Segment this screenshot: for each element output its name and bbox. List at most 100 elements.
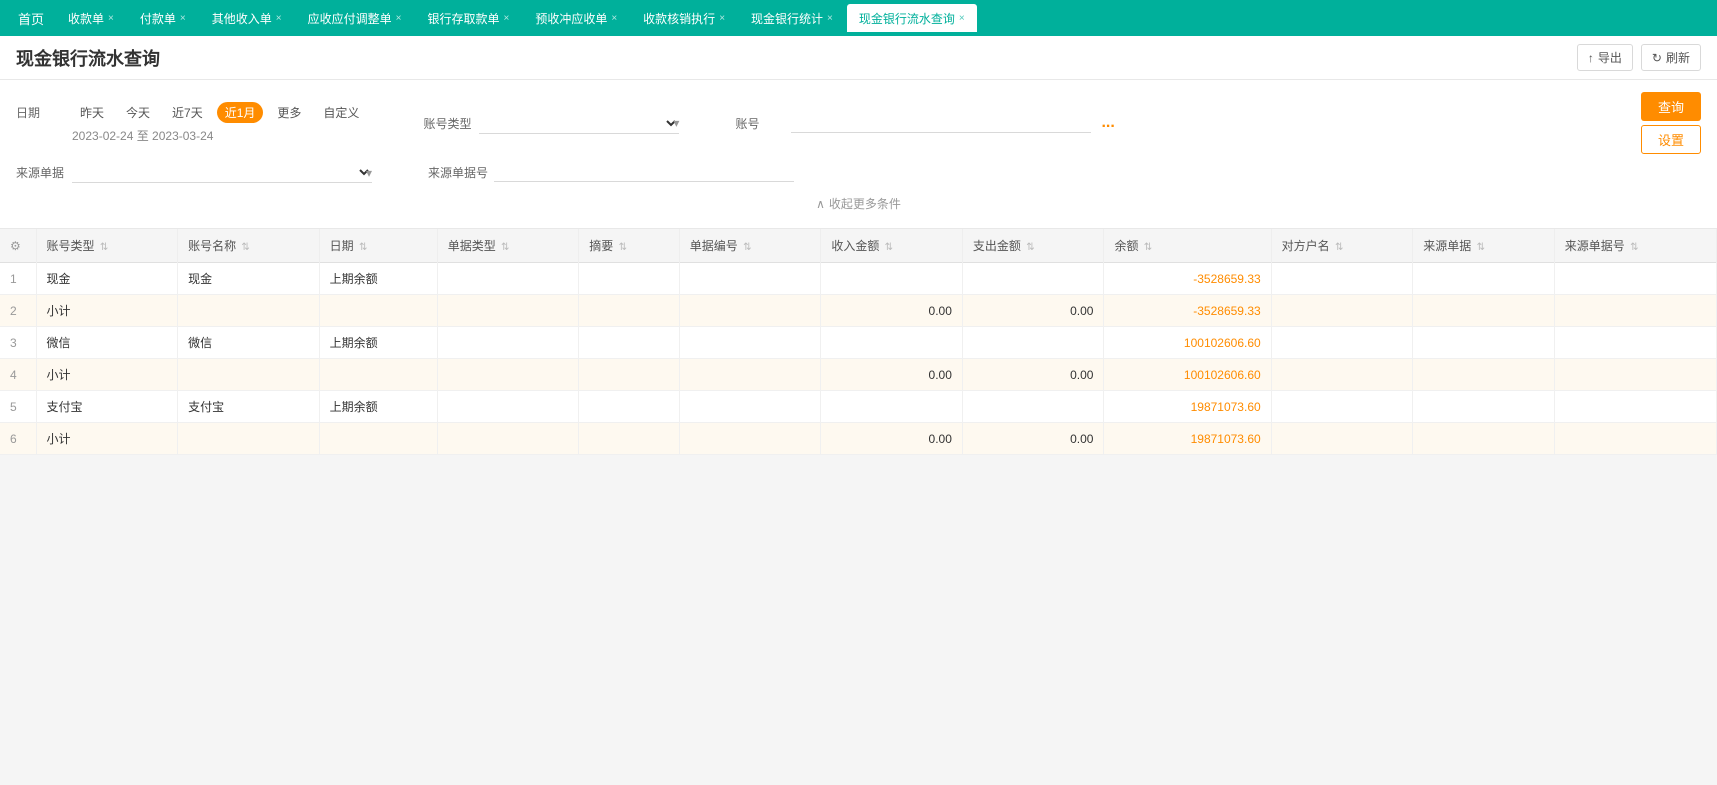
date-opt-yesterday[interactable]: 昨天 xyxy=(72,102,112,123)
date-opt-7days[interactable]: 近7天 xyxy=(164,102,211,123)
th-doc-no-label: 单据编号 xyxy=(690,239,738,253)
th-summary-label: 摘要 xyxy=(589,239,613,253)
cell-account-name xyxy=(178,295,320,327)
th-income[interactable]: 收入金额 ⇅ xyxy=(821,229,963,263)
sort-summary-icon: ⇅ xyxy=(619,242,627,253)
sort-account-type-icon: ⇅ xyxy=(100,242,108,253)
cell-doc-no xyxy=(679,391,821,423)
cell-summary xyxy=(579,423,680,455)
sort-income-icon: ⇅ xyxy=(885,242,893,253)
date-opt-custom[interactable]: 自定义 xyxy=(315,102,367,123)
th-summary[interactable]: 摘要 ⇅ xyxy=(579,229,680,263)
th-counterparty[interactable]: 对方户名 ⇅ xyxy=(1271,229,1413,263)
cell-income: 0.00 xyxy=(821,295,963,327)
nav-tab-label-6: 收款核销执行 xyxy=(643,10,715,27)
th-date[interactable]: 日期 ⇅ xyxy=(319,229,437,263)
row-num: 2 xyxy=(0,295,36,327)
th-expense-label: 支出金额 xyxy=(973,239,1021,253)
cell-doc-type xyxy=(437,263,579,295)
date-options: 昨天 今天 近7天 近1月 更多 自定义 xyxy=(72,102,367,123)
settings-button[interactable]: 设置 xyxy=(1641,125,1701,154)
th-balance-label: 余额 xyxy=(1114,239,1138,253)
refresh-button[interactable]: ↻ 刷新 xyxy=(1641,44,1701,71)
row-num: 1 xyxy=(0,263,36,295)
nav-tab-1[interactable]: 付款单 × xyxy=(128,4,198,32)
sort-expense-icon: ⇅ xyxy=(1026,242,1034,253)
nav-close-8[interactable]: × xyxy=(959,13,965,24)
cell-doc-no xyxy=(679,423,821,455)
nav-tab-2[interactable]: 其他收入单 × xyxy=(200,4,294,32)
table-row: 3 微信 微信 上期余额 100102606.60 xyxy=(0,327,1717,359)
cell-income xyxy=(821,391,963,423)
nav-tab-8[interactable]: 现金银行流水查询 × xyxy=(847,4,977,32)
nav-close-5[interactable]: × xyxy=(611,13,617,24)
nav-close-4[interactable]: × xyxy=(503,13,509,24)
nav-close-2[interactable]: × xyxy=(276,13,282,24)
cell-date: 上期余额 xyxy=(319,327,437,359)
cell-counterparty xyxy=(1271,263,1413,295)
cell-balance: 100102606.60 xyxy=(1104,327,1271,359)
th-account-type[interactable]: 账号类型 ⇅ xyxy=(36,229,178,263)
nav-tab-0[interactable]: 收款单 × xyxy=(56,4,126,32)
cell-balance: 19871073.60 xyxy=(1104,423,1271,455)
cell-balance: -3528659.33 xyxy=(1104,295,1271,327)
th-doc-no[interactable]: 单据编号 ⇅ xyxy=(679,229,821,263)
nav-close-6[interactable]: × xyxy=(719,13,725,24)
cell-doc-no xyxy=(679,359,821,391)
sort-date-icon: ⇅ xyxy=(359,242,367,253)
cell-doc-type xyxy=(437,359,579,391)
table-wrapper: ⚙ 账号类型 ⇅ 账号名称 ⇅ 日期 ⇅ 单据类型 ⇅ xyxy=(0,229,1717,455)
source-doc-select[interactable] xyxy=(72,162,372,183)
sort-source-doc-no-icon: ⇅ xyxy=(1630,242,1638,253)
cell-source-doc-no xyxy=(1554,423,1716,455)
account-input[interactable] xyxy=(791,114,1091,133)
th-date-label: 日期 xyxy=(330,239,354,253)
sort-doc-type-icon: ⇅ xyxy=(501,242,509,253)
collapse-label: 收起更多条件 xyxy=(829,195,901,212)
filter-row-2: 来源单据 ▾ 来源单据号 xyxy=(16,162,1701,183)
th-doc-type[interactable]: 单据类型 ⇅ xyxy=(437,229,579,263)
date-opt-today[interactable]: 今天 xyxy=(118,102,158,123)
cell-expense xyxy=(962,391,1104,423)
th-account-name[interactable]: 账号名称 ⇅ xyxy=(178,229,320,263)
row-num: 6 xyxy=(0,423,36,455)
nav-tab-label-7: 现金银行统计 xyxy=(751,10,823,27)
th-counterparty-label: 对方户名 xyxy=(1282,239,1330,253)
cell-source-doc-no xyxy=(1554,327,1716,359)
cell-doc-no xyxy=(679,295,821,327)
source-doc-no-input[interactable] xyxy=(494,163,794,182)
gear-icon[interactable]: ⚙ xyxy=(10,239,21,253)
cell-summary xyxy=(579,263,680,295)
nav-close-1[interactable]: × xyxy=(180,13,186,24)
account-type-select[interactable] xyxy=(479,113,679,134)
cell-source-doc xyxy=(1413,359,1555,391)
nav-close-0[interactable]: × xyxy=(108,13,114,24)
export-button[interactable]: ↑ 导出 xyxy=(1577,44,1633,71)
nav-home[interactable]: 首页 xyxy=(8,9,54,28)
account-dots-button[interactable]: ... xyxy=(1097,114,1118,132)
cell-summary xyxy=(579,391,680,423)
cell-account-type: 现金 xyxy=(36,263,178,295)
cell-date xyxy=(319,423,437,455)
th-source-doc[interactable]: 来源单据 ⇅ xyxy=(1413,229,1555,263)
th-balance[interactable]: 余额 ⇅ xyxy=(1104,229,1271,263)
filter-area: 日期 昨天 今天 近7天 近1月 更多 自定义 2023-02-24 至 202… xyxy=(0,80,1717,229)
nav-tab-3[interactable]: 应收应付调整单 × xyxy=(296,4,414,32)
query-button[interactable]: 查询 xyxy=(1641,92,1701,121)
nav-tab-7[interactable]: 现金银行统计 × xyxy=(739,4,845,32)
th-source-doc-label: 来源单据 xyxy=(1423,239,1471,253)
th-source-doc-no[interactable]: 来源单据号 ⇅ xyxy=(1554,229,1716,263)
cell-account-type: 小计 xyxy=(36,423,178,455)
date-opt-more[interactable]: 更多 xyxy=(269,102,309,123)
cell-doc-no xyxy=(679,263,821,295)
th-expense[interactable]: 支出金额 ⇅ xyxy=(962,229,1104,263)
nav-tab-5[interactable]: 预收冲应收单 × xyxy=(523,4,629,32)
collapse-bar[interactable]: ∧ 收起更多条件 xyxy=(16,191,1701,216)
nav-close-3[interactable]: × xyxy=(396,13,402,24)
nav-tab-4[interactable]: 银行存取款单 × xyxy=(415,4,521,32)
nav-tab-6[interactable]: 收款核销执行 × xyxy=(631,4,737,32)
account-label: 账号 xyxy=(735,115,785,132)
nav-close-7[interactable]: × xyxy=(827,13,833,24)
cell-account-type: 小计 xyxy=(36,295,178,327)
date-opt-1month[interactable]: 近1月 xyxy=(217,102,264,123)
